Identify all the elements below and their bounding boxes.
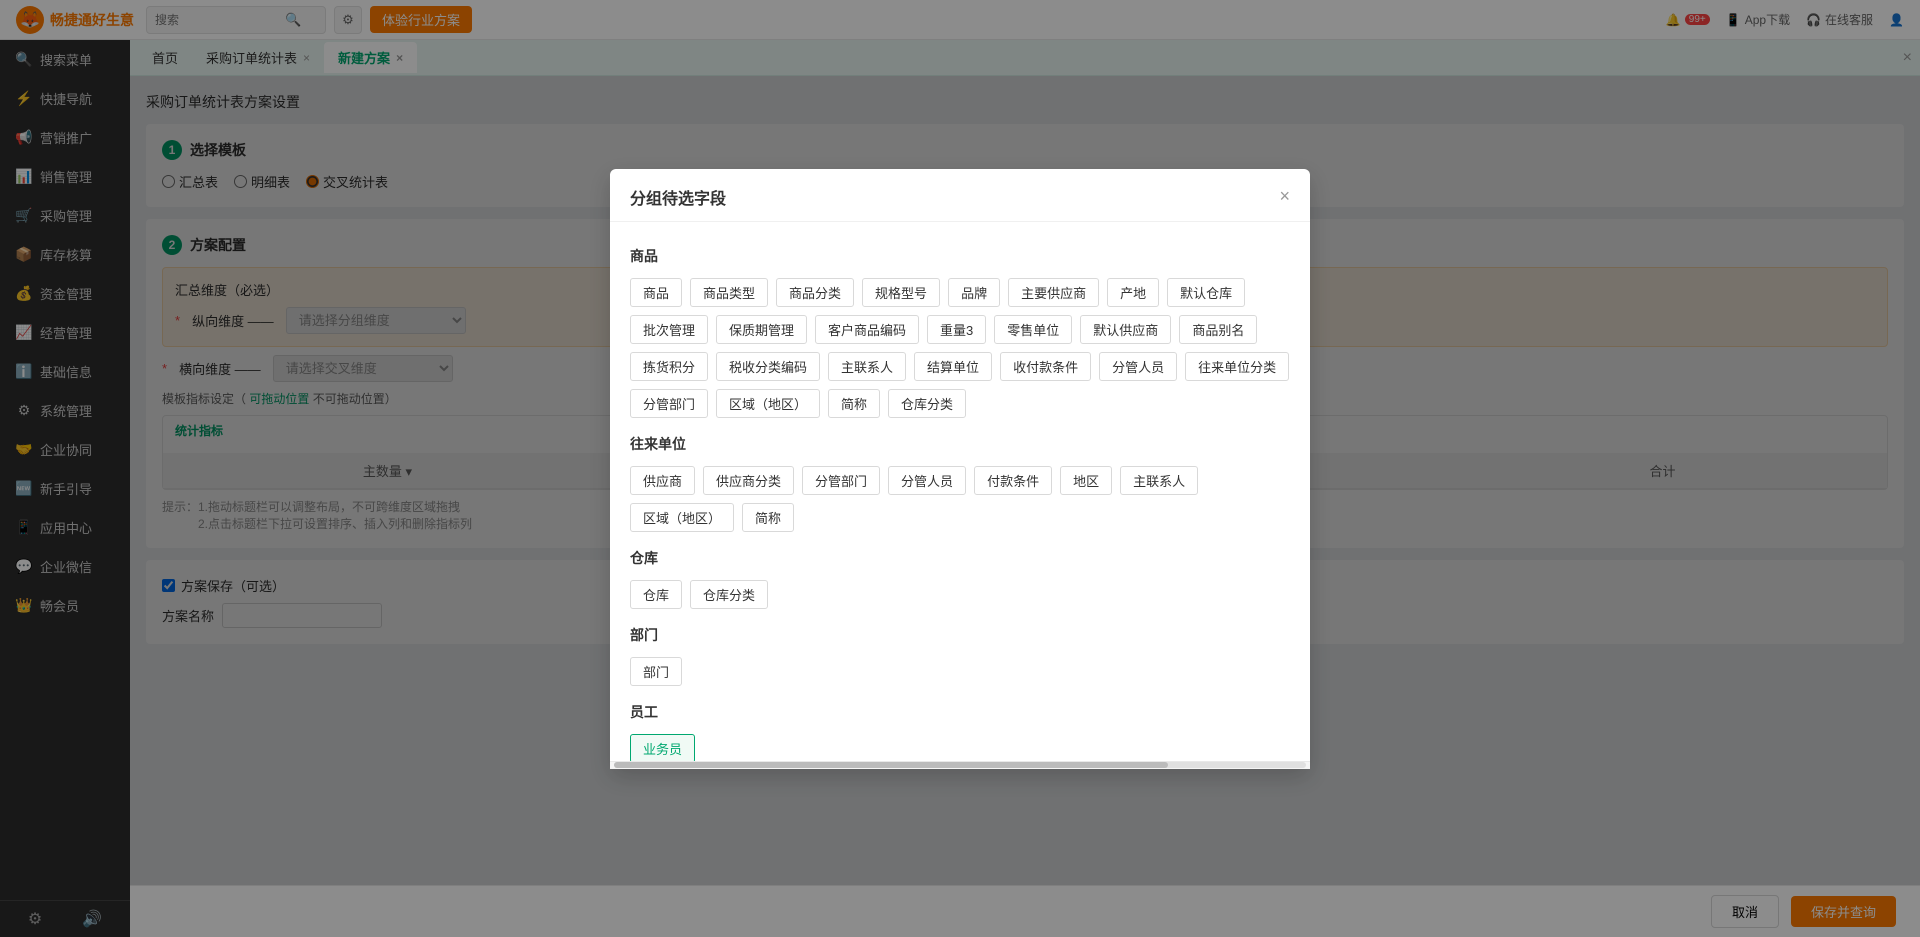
modal-close-icon[interactable]: × bbox=[1279, 186, 1290, 207]
section-title-employee: 员工 bbox=[630, 702, 1290, 722]
field-chip[interactable]: 往来单位分类 bbox=[1185, 352, 1289, 381]
field-chip[interactable]: 简称 bbox=[742, 503, 794, 532]
field-chip[interactable]: 简称 bbox=[828, 389, 880, 418]
field-chip[interactable]: 仓库分类 bbox=[690, 580, 768, 609]
field-chip[interactable]: 零售单位 bbox=[994, 315, 1072, 344]
section-title-partner: 往来单位 bbox=[630, 434, 1290, 454]
fields-grid-employee: 业务员 bbox=[630, 734, 1290, 761]
field-chip[interactable]: 税收分类编码 bbox=[716, 352, 820, 381]
fields-grid-warehouse: 仓库 仓库分类 bbox=[630, 580, 1290, 609]
field-chip[interactable]: 主联系人 bbox=[828, 352, 906, 381]
field-chip[interactable]: 地区 bbox=[1060, 466, 1112, 495]
field-chip[interactable]: 商品 bbox=[630, 278, 682, 307]
field-chip[interactable]: 分管部门 bbox=[630, 389, 708, 418]
field-chip[interactable]: 默认供应商 bbox=[1080, 315, 1171, 344]
h-scrollbar bbox=[614, 762, 1306, 768]
field-chip[interactable]: 重量3 bbox=[927, 315, 986, 344]
field-chip[interactable]: 仓库分类 bbox=[888, 389, 966, 418]
field-chip[interactable]: 商品别名 bbox=[1179, 315, 1257, 344]
field-chip[interactable]: 分管人员 bbox=[888, 466, 966, 495]
field-chip[interactable]: 保质期管理 bbox=[716, 315, 807, 344]
field-chip[interactable]: 主联系人 bbox=[1120, 466, 1198, 495]
section-title-goods: 商品 bbox=[630, 246, 1290, 266]
field-chip[interactable]: 区域（地区） bbox=[630, 503, 734, 532]
modal-header: 分组待选字段 × bbox=[610, 169, 1310, 222]
field-chip[interactable]: 部门 bbox=[630, 657, 682, 686]
field-chip-employee-selected[interactable]: 业务员 bbox=[630, 734, 695, 761]
field-chip[interactable]: 商品类型 bbox=[690, 278, 768, 307]
field-chip[interactable]: 分管部门 bbox=[802, 466, 880, 495]
modal-title: 分组待选字段 bbox=[630, 185, 726, 209]
field-chip[interactable]: 批次管理 bbox=[630, 315, 708, 344]
fields-grid-partner: 供应商 供应商分类 分管部门 分管人员 付款条件 地区 主联系人 区域（地区） … bbox=[630, 466, 1290, 532]
field-chip[interactable]: 结算单位 bbox=[914, 352, 992, 381]
field-chip[interactable]: 商品分类 bbox=[776, 278, 854, 307]
fields-grid-goods: 商品 商品类型 商品分类 规格型号 品牌 主要供应商 产地 默认仓库 批次管理 … bbox=[630, 278, 1290, 418]
fields-grid-dept: 部门 bbox=[630, 657, 1290, 686]
modal-dialog: 分组待选字段 × 商品 商品 商品类型 商品分类 规格型号 品牌 主要供应商 产… bbox=[610, 169, 1310, 769]
field-chip[interactable]: 产地 bbox=[1107, 278, 1159, 307]
modal-overlay: 分组待选字段 × 商品 商品 商品类型 商品分类 规格型号 品牌 主要供应商 产… bbox=[0, 0, 1920, 937]
field-chip[interactable]: 供应商分类 bbox=[703, 466, 794, 495]
field-chip[interactable]: 主要供应商 bbox=[1008, 278, 1099, 307]
field-chip[interactable]: 默认仓库 bbox=[1167, 278, 1245, 307]
h-scrollbar-thumb bbox=[614, 762, 1168, 768]
field-chip[interactable]: 区域（地区） bbox=[716, 389, 820, 418]
field-chip[interactable]: 品牌 bbox=[948, 278, 1000, 307]
field-chip[interactable]: 收付款条件 bbox=[1000, 352, 1091, 381]
section-title-dept: 部门 bbox=[630, 625, 1290, 645]
field-chip[interactable]: 规格型号 bbox=[862, 278, 940, 307]
field-chip[interactable]: 分管人员 bbox=[1099, 352, 1177, 381]
field-chip[interactable]: 仓库 bbox=[630, 580, 682, 609]
field-chip[interactable]: 供应商 bbox=[630, 466, 695, 495]
modal-body: 商品 商品 商品类型 商品分类 规格型号 品牌 主要供应商 产地 默认仓库 批次… bbox=[610, 222, 1310, 761]
field-chip[interactable]: 客户商品编码 bbox=[815, 315, 919, 344]
field-chip[interactable]: 付款条件 bbox=[974, 466, 1052, 495]
section-title-warehouse: 仓库 bbox=[630, 548, 1290, 568]
field-chip[interactable]: 拣货积分 bbox=[630, 352, 708, 381]
modal-scroll-bar[interactable] bbox=[610, 761, 1310, 769]
